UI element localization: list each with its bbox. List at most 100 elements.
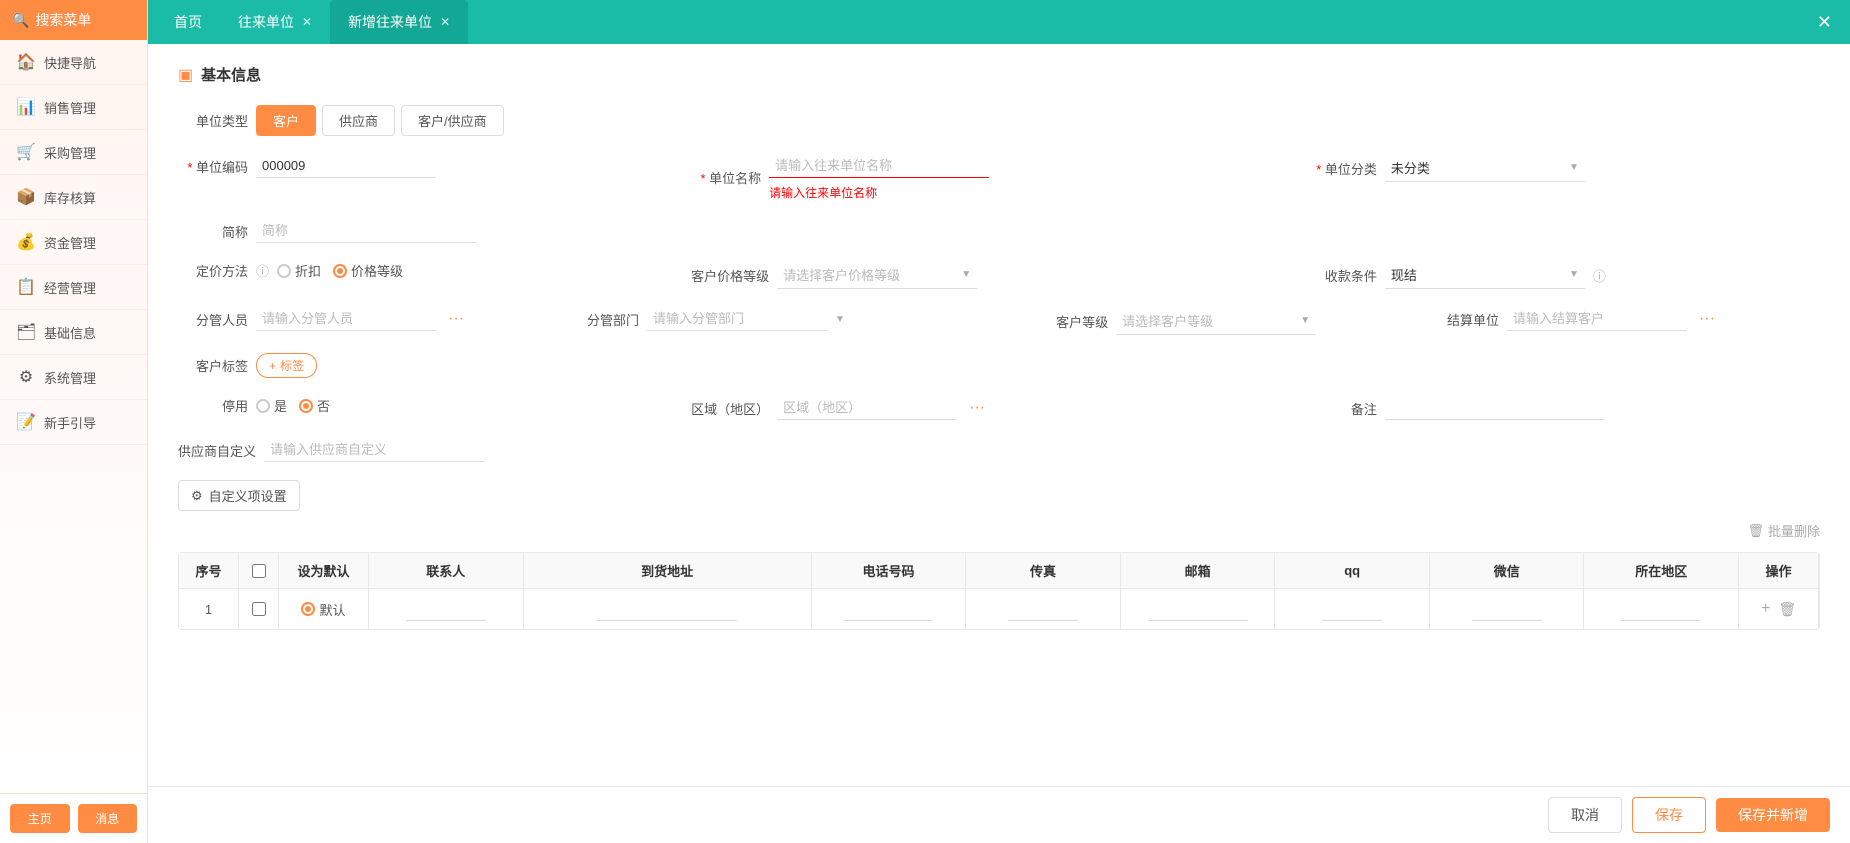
manager-more-icon[interactable]: ··· (444, 310, 468, 328)
disabled-yes[interactable]: 是 (256, 396, 287, 415)
batch-delete-area: 🗑 批量删除 (178, 521, 1820, 540)
fax-input[interactable] (1008, 597, 1078, 621)
btn-customer[interactable]: 客户 (256, 105, 316, 136)
settlement-more-icon[interactable]: ··· (1695, 310, 1719, 328)
row-default-radio[interactable]: 默认 (301, 600, 345, 619)
region-input[interactable] (777, 396, 957, 420)
save-new-button[interactable]: 保存并新增 (1716, 798, 1830, 832)
add-row-icon[interactable]: + (1761, 600, 1770, 618)
short-name-label: 简称 (178, 222, 248, 241)
unit-type-label: 单位类型 (178, 111, 248, 130)
wechat-input[interactable] (1472, 597, 1542, 621)
tab-partners[interactable]: 往来单位 ✕ (220, 0, 330, 44)
note-input[interactable] (1385, 396, 1605, 420)
unit-type-row: 单位类型 客户 供应商 客户/供应商 (178, 105, 1820, 136)
customer-level-select[interactable]: 请选择客户等级 ▼ (1116, 307, 1316, 335)
short-name-input[interactable] (256, 219, 476, 243)
phone-input[interactable] (843, 597, 933, 621)
tab-partners-close[interactable]: ✕ (302, 15, 312, 29)
add-tag-button[interactable]: + 标签 (256, 353, 317, 378)
sidebar-item-guide[interactable]: 📝 新手引导 (0, 400, 147, 445)
message-btn[interactable]: 消息 (78, 804, 138, 833)
disabled-row: 停用 是 否 区域（地区） ··· 备注 (178, 396, 1820, 420)
folder-icon: 🗂 (16, 322, 36, 342)
tab-new-partner[interactable]: 新增往来单位 ✕ (330, 0, 468, 44)
th-address: 到货地址 (524, 553, 812, 588)
region-more-icon[interactable]: ··· (965, 399, 989, 417)
td-email (1121, 589, 1276, 629)
th-no: 序号 (179, 553, 239, 588)
sidebar-item-system[interactable]: ⚙ 系统管理 (0, 355, 147, 400)
home-btn[interactable]: 主页 (10, 804, 70, 833)
address-input[interactable] (597, 597, 737, 621)
settlement-label: 结算单位 (1429, 310, 1499, 329)
cancel-button[interactable]: 取消 (1548, 797, 1622, 833)
sidebar-item-basic-info[interactable]: 🗂 基础信息 (0, 310, 147, 355)
th-default: 设为默认 (279, 553, 369, 588)
row-checkbox[interactable] (252, 602, 266, 616)
sidebar-search[interactable]: 🔍 搜索菜单 (0, 0, 147, 40)
sidebar-item-label: 库存核算 (44, 188, 96, 207)
department-group: 分管部门 ▼ (569, 307, 1038, 331)
payment-terms-select[interactable]: 现结 ▼ (1385, 261, 1585, 289)
batch-delete-label[interactable]: 批量删除 (1768, 521, 1820, 540)
row-default-circle (301, 602, 315, 616)
pricing-info-icon[interactable]: ⓘ (256, 261, 269, 280)
disabled-group: 停用 是 否 (178, 396, 691, 415)
short-name-group: 简称 (178, 219, 1820, 243)
sidebar-bottom: 主页 消息 (0, 793, 147, 843)
close-all-tabs[interactable]: ✕ (1807, 12, 1842, 33)
section-title: 基本信息 (201, 64, 261, 85)
td-region (1584, 589, 1739, 629)
gear-settings-icon: ⚙ (191, 488, 203, 504)
email-input[interactable] (1148, 597, 1248, 621)
th-fax: 传真 (966, 553, 1121, 588)
department-input[interactable] (647, 307, 827, 331)
note-label: 备注 (1307, 399, 1377, 418)
contact-input[interactable] (406, 597, 486, 621)
supplier-custom-row: 供应商自定义 (178, 438, 1820, 462)
save-button[interactable]: 保存 (1632, 797, 1706, 833)
settlement-input[interactable] (1507, 307, 1687, 331)
manager-group: 分管人员 ··· (178, 307, 569, 331)
department-arrow-icon: ▼ (835, 314, 845, 325)
header-checkbox[interactable] (252, 564, 266, 578)
manager-input[interactable] (256, 307, 436, 331)
cart-icon: 🛒 (16, 142, 36, 162)
custom-settings-button[interactable]: ⚙ 自定义项设置 (178, 480, 300, 511)
btn-both[interactable]: 客户/供应商 (401, 105, 504, 136)
td-address (524, 589, 812, 629)
sidebar-item-operations[interactable]: 📋 经营管理 (0, 265, 147, 310)
unit-name-input[interactable] (769, 154, 989, 178)
tab-new-partner-close[interactable]: ✕ (440, 15, 450, 29)
sidebar-item-inventory[interactable]: 📦 库存核算 (0, 175, 147, 220)
sidebar-item-sales[interactable]: 📊 销售管理 (0, 85, 147, 130)
customer-price-level-placeholder: 请选择客户价格等级 (783, 265, 961, 284)
customer-price-level-select[interactable]: 请选择客户价格等级 ▼ (777, 261, 977, 289)
tab-home[interactable]: 首页 (156, 0, 220, 44)
search-icon: 🔍 (12, 12, 29, 29)
unit-name-error: 请输入往来单位名称 (769, 184, 877, 201)
supplier-custom-input[interactable] (264, 438, 484, 462)
region-label: 区域（地区） (691, 399, 769, 418)
disabled-no-label: 否 (317, 396, 330, 415)
unit-category-select[interactable]: 未分类 ▼ (1385, 154, 1585, 182)
unit-code-input[interactable] (256, 154, 436, 178)
row-region-input[interactable] (1621, 597, 1701, 621)
qq-input[interactable] (1322, 597, 1382, 621)
disabled-no[interactable]: 否 (299, 396, 330, 415)
th-contact: 联系人 (369, 553, 524, 588)
delete-row-icon[interactable]: 🗑 (1778, 601, 1796, 618)
pricing-radio-discount[interactable]: 折扣 (277, 261, 321, 280)
payment-terms-label: 收款条件 (1307, 266, 1377, 285)
btn-supplier[interactable]: 供应商 (322, 105, 395, 136)
sidebar-item-finance[interactable]: 💰 资金管理 (0, 220, 147, 265)
note-group: 备注 (1307, 396, 1820, 420)
supplier-custom-group: 供应商自定义 (178, 438, 1820, 462)
sidebar-item-quick-nav[interactable]: 🏠 快捷导航 (0, 40, 147, 85)
sidebar-item-purchase[interactable]: 🛒 采购管理 (0, 130, 147, 175)
payment-info-icon[interactable]: ⓘ (1593, 266, 1606, 285)
pricing-radio-level[interactable]: 价格等级 (333, 261, 403, 280)
th-qq: qq (1275, 553, 1430, 588)
settlement-group: 结算单位 ··· (1429, 307, 1820, 331)
